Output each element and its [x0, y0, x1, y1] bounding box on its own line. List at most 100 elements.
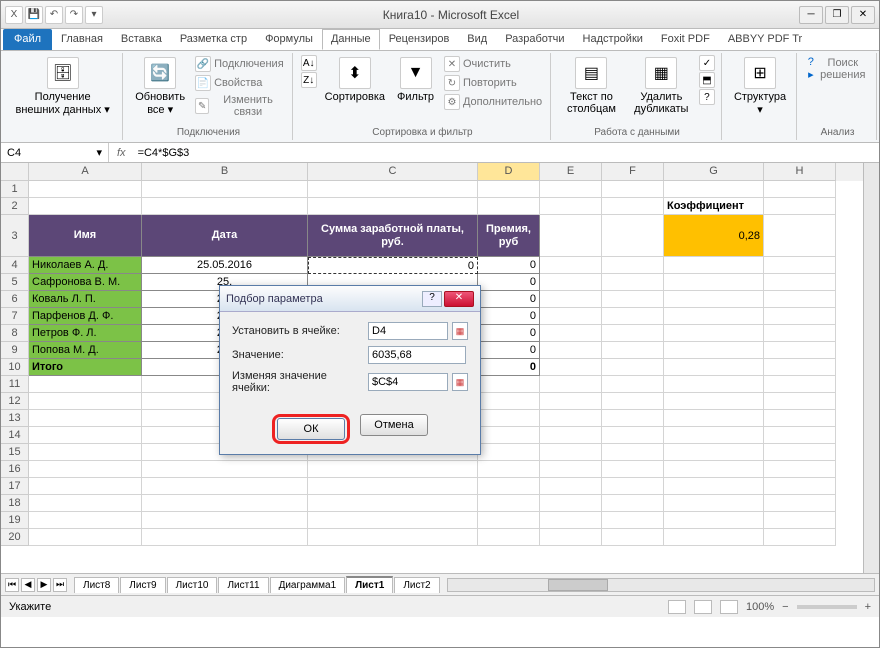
- tab-view[interactable]: Вид: [458, 29, 496, 50]
- row-header[interactable]: 19: [1, 512, 29, 529]
- tab-insert[interactable]: Вставка: [112, 29, 171, 50]
- qat-dropdown-icon[interactable]: ▾: [85, 6, 103, 24]
- sheet-nav-first-icon[interactable]: ⏮: [5, 578, 19, 592]
- row-header[interactable]: 8: [1, 325, 29, 342]
- reapply-filter-button[interactable]: ↻Повторить: [442, 74, 519, 92]
- col-header-b[interactable]: B: [142, 163, 308, 181]
- table-cell[interactable]: 0: [478, 342, 540, 359]
- row-header[interactable]: 3: [1, 215, 29, 257]
- range-selector-icon[interactable]: ▦: [452, 373, 468, 391]
- sort-asc-icon[interactable]: A↓: [301, 55, 317, 71]
- solver-button[interactable]: ?▸ Поиск решения: [805, 55, 870, 82]
- tab-developer[interactable]: Разработчи: [496, 29, 573, 50]
- table-cell[interactable]: Коваль Л. П.: [29, 291, 142, 308]
- row-header[interactable]: 12: [1, 393, 29, 410]
- minimize-button[interactable]: ─: [799, 6, 823, 24]
- sheet-tab[interactable]: Лист2: [394, 577, 439, 593]
- header-bonus[interactable]: Премия, руб: [478, 215, 540, 257]
- tab-addins[interactable]: Надстройки: [574, 29, 652, 50]
- col-header-f[interactable]: F: [602, 163, 664, 181]
- tab-formulas[interactable]: Формулы: [256, 29, 322, 50]
- row-header[interactable]: 10: [1, 359, 29, 376]
- restore-button[interactable]: ❐: [825, 6, 849, 24]
- changing-cell-input[interactable]: [368, 373, 448, 391]
- ok-button[interactable]: ОК: [277, 418, 345, 440]
- sheet-nav-prev-icon[interactable]: ◀: [21, 578, 35, 592]
- close-button[interactable]: ✕: [851, 6, 875, 24]
- row-header[interactable]: 14: [1, 427, 29, 444]
- row-header[interactable]: 15: [1, 444, 29, 461]
- table-cell[interactable]: Сафронова В. М.: [29, 274, 142, 291]
- data-validation-icon[interactable]: ✓: [699, 55, 715, 71]
- cell-coef-value[interactable]: 0,28: [664, 215, 764, 257]
- total-bonus[interactable]: 0: [478, 359, 540, 376]
- row-header[interactable]: 5: [1, 274, 29, 291]
- tab-page-layout[interactable]: Разметка стр: [171, 29, 256, 50]
- row-header[interactable]: 18: [1, 495, 29, 512]
- sheet-tab[interactable]: Лист1: [346, 576, 393, 593]
- dialog-help-button[interactable]: ?: [422, 291, 442, 307]
- row-header[interactable]: 11: [1, 376, 29, 393]
- table-cell[interactable]: 0: [478, 325, 540, 342]
- header-salary[interactable]: Сумма заработной платы, руб.: [308, 215, 478, 257]
- get-external-data-button[interactable]: 🗄Получение внешних данных ▾: [9, 55, 116, 118]
- table-cell[interactable]: Парфенов Д. Ф.: [29, 308, 142, 325]
- formula-input[interactable]: =C4*$G$3: [134, 147, 879, 159]
- view-layout-button[interactable]: [694, 600, 712, 614]
- tab-home[interactable]: Главная: [52, 29, 112, 50]
- sheet-tab[interactable]: Лист9: [120, 577, 165, 593]
- row-header[interactable]: 4: [1, 257, 29, 274]
- connections-button[interactable]: 🔗Подключения: [193, 55, 286, 73]
- row-header[interactable]: 1: [1, 181, 29, 198]
- zoom-out-button[interactable]: −: [782, 601, 788, 613]
- row-header[interactable]: 17: [1, 478, 29, 495]
- table-cell[interactable]: Попова М. Д.: [29, 342, 142, 359]
- view-normal-button[interactable]: [668, 600, 686, 614]
- save-button[interactable]: 💾: [25, 6, 43, 24]
- zoom-in-button[interactable]: +: [865, 601, 871, 613]
- set-cell-input[interactable]: [368, 322, 448, 340]
- table-cell[interactable]: 25.05.2016: [142, 257, 308, 274]
- properties-button[interactable]: 📄Свойства: [193, 74, 264, 92]
- zoom-slider[interactable]: [797, 605, 857, 609]
- row-header[interactable]: 16: [1, 461, 29, 478]
- edit-links-button[interactable]: ✎Изменить связи: [193, 93, 286, 119]
- select-all-corner[interactable]: [1, 163, 29, 181]
- refresh-all-button[interactable]: 🔄Обновить все ▾: [131, 55, 189, 118]
- row-header[interactable]: 2: [1, 198, 29, 215]
- tab-foxit[interactable]: Foxit PDF: [652, 29, 719, 50]
- value-input[interactable]: [368, 346, 466, 364]
- header-date[interactable]: Дата: [142, 215, 308, 257]
- name-box[interactable]: C4▾: [1, 143, 109, 162]
- table-cell[interactable]: Николаев А. Д.: [29, 257, 142, 274]
- excel-icon[interactable]: X: [5, 6, 23, 24]
- table-cell[interactable]: 0: [478, 257, 540, 274]
- row-header[interactable]: 20: [1, 529, 29, 546]
- cancel-button[interactable]: Отмена: [360, 414, 428, 436]
- fx-icon[interactable]: fx: [109, 147, 134, 159]
- sort-button[interactable]: ⬍Сортировка: [321, 55, 389, 105]
- row-header[interactable]: 7: [1, 308, 29, 325]
- sheet-tab[interactable]: Лист8: [74, 577, 119, 593]
- zoom-level[interactable]: 100%: [746, 601, 774, 613]
- row-header[interactable]: 9: [1, 342, 29, 359]
- table-cell[interactable]: 0: [478, 291, 540, 308]
- col-header-c[interactable]: C: [308, 163, 478, 181]
- table-cell[interactable]: 0: [308, 257, 478, 274]
- col-header-d[interactable]: D: [478, 163, 540, 181]
- redo-button[interactable]: ↷: [65, 6, 83, 24]
- clear-filter-button[interactable]: ✕Очистить: [442, 55, 513, 73]
- view-pagebreak-button[interactable]: [720, 600, 738, 614]
- tab-review[interactable]: Рецензиров: [380, 29, 459, 50]
- namebox-dropdown-icon[interactable]: ▾: [96, 146, 102, 159]
- col-header-h[interactable]: H: [764, 163, 836, 181]
- range-selector-icon[interactable]: ▦: [452, 322, 468, 340]
- header-name[interactable]: Имя: [29, 215, 142, 257]
- row-header[interactable]: 13: [1, 410, 29, 427]
- row-header[interactable]: 6: [1, 291, 29, 308]
- undo-button[interactable]: ↶: [45, 6, 63, 24]
- text-to-columns-button[interactable]: ▤Текст по столбцам: [559, 55, 624, 117]
- col-header-g[interactable]: G: [664, 163, 764, 181]
- tab-file[interactable]: Файл: [3, 29, 52, 50]
- whatif-icon[interactable]: ?: [699, 89, 715, 105]
